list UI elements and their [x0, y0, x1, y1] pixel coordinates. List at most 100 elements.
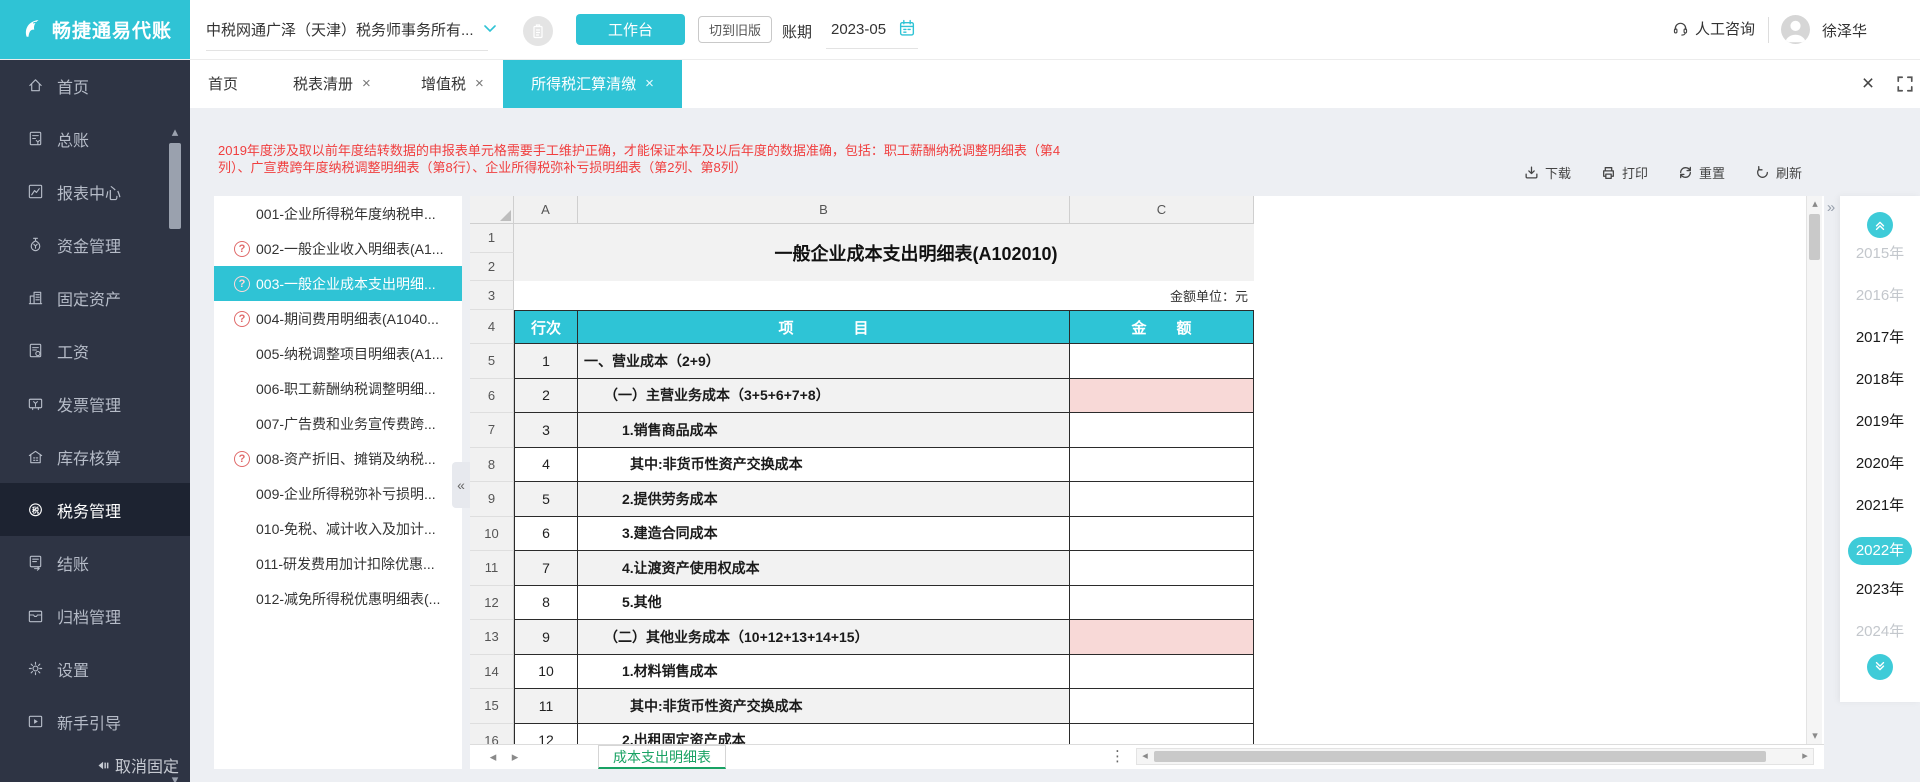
form-list-item[interactable]: 010-免税、减计收入及加计...	[214, 511, 462, 546]
year-item-selected[interactable]: 2022年	[1848, 537, 1912, 565]
sidebar-item-funds[interactable]: 资金管理	[0, 218, 190, 271]
item-cell[interactable]: 3.建造合同成本	[578, 516, 1070, 551]
years-scroll-down-button[interactable]	[1867, 654, 1893, 680]
form-list-item[interactable]: 012-减免所得税优惠明细表(...	[214, 581, 462, 616]
title-cell-a[interactable]	[514, 224, 578, 281]
next-sheet-icon[interactable]: ▸	[504, 749, 526, 765]
line-no-cell[interactable]: 1	[514, 344, 578, 379]
line-no-cell[interactable]: 8	[514, 585, 578, 620]
form-list-item-selected[interactable]: ? 003-一般企业成本支出明细...	[214, 266, 462, 301]
collapse-panel-icon[interactable]: «	[452, 462, 470, 508]
line-no-cell[interactable]: 10	[514, 654, 578, 689]
row-header[interactable]: 4	[470, 310, 514, 344]
sidebar-scroll-up-icon[interactable]: ▴	[166, 123, 184, 141]
item-cell[interactable]: 4.让渡资产使用权成本	[578, 551, 1070, 586]
sidebar-item-tax[interactable]: 税 税务管理	[0, 483, 190, 536]
horizontal-scrollbar[interactable]: ◂ ▸	[1136, 748, 1814, 765]
sidebar-item-fixed-assets[interactable]: 固定资产	[0, 271, 190, 324]
clipboard-button[interactable]	[523, 16, 553, 46]
unpin-sidebar-button[interactable]: 取消固定	[96, 753, 179, 777]
sidebar-item-invoice[interactable]: 发票管理	[0, 377, 190, 430]
year-item[interactable]: 2023年	[1840, 580, 1920, 600]
item-cell[interactable]: 1.销售商品成本	[578, 413, 1070, 448]
unit-note[interactable]: 金额单位：元	[1070, 281, 1254, 310]
amount-cell[interactable]	[1070, 516, 1254, 551]
form-list-item[interactable]: 007-广告费和业务宣传费跨...	[214, 406, 462, 441]
row-header[interactable]: 7	[470, 413, 514, 448]
download-button[interactable]: 下载	[1524, 163, 1571, 182]
cell[interactable]	[514, 281, 578, 310]
column-header-b[interactable]: B	[578, 196, 1070, 224]
close-icon[interactable]: ×	[1855, 71, 1881, 97]
row-header[interactable]: 2	[470, 252, 514, 281]
amount-cell[interactable]	[1070, 551, 1254, 586]
period-value[interactable]: 2023-05	[831, 21, 886, 38]
row-header[interactable]: 8	[470, 447, 514, 482]
vertical-scrollbar-thumb[interactable]	[1809, 214, 1820, 260]
sheet-title[interactable]: 一般企业成本支出明细表(A102010)	[578, 224, 1254, 281]
item-cell[interactable]: 2.出租固定资产成本	[578, 723, 1070, 744]
form-list-item[interactable]: ? 002-一般企业收入明细表(A1...	[214, 231, 462, 266]
form-list-item[interactable]: 006-职工薪酬纳税调整明细...	[214, 371, 462, 406]
row-header[interactable]: 15	[470, 689, 514, 724]
amount-cell[interactable]	[1070, 447, 1254, 482]
amount-cell[interactable]	[1070, 413, 1254, 448]
row-header[interactable]: 11	[470, 551, 514, 586]
more-icon[interactable]: ⋮	[1110, 747, 1125, 765]
avatar[interactable]	[1781, 15, 1810, 44]
form-list-item[interactable]: ? 004-期间费用明细表(A1040...	[214, 301, 462, 336]
sidebar-item-inventory[interactable]: 库存核算	[0, 430, 190, 483]
scroll-left-icon[interactable]: ◂	[1137, 749, 1153, 764]
sidebar-item-home[interactable]: 首页	[0, 59, 190, 112]
year-item[interactable]: 2024年	[1840, 622, 1920, 642]
amount-cell[interactable]	[1070, 723, 1254, 744]
form-list-item[interactable]: ? 008-资产折旧、摊销及纳税...	[214, 441, 462, 476]
header-line-no[interactable]: 行次	[514, 310, 578, 344]
tab-income-tax-settlement[interactable]: 所得税汇算清缴 ×	[503, 59, 682, 108]
support-button[interactable]: 人工咨询	[1672, 18, 1755, 39]
amount-cell[interactable]	[1070, 689, 1254, 724]
line-no-cell[interactable]: 7	[514, 551, 578, 586]
item-cell[interactable]: 其中:非货币性资产交换成本	[578, 447, 1070, 482]
row-header[interactable]: 1	[470, 224, 514, 253]
form-list-item[interactable]: 001-企业所得税年度纳税申...	[214, 196, 462, 231]
amount-cell[interactable]	[1070, 344, 1254, 379]
workbench-button[interactable]: 工作台	[576, 14, 685, 45]
row-header[interactable]: 6	[470, 378, 514, 413]
year-item[interactable]: 2021年	[1840, 496, 1920, 516]
header-amount[interactable]: 金 额	[1070, 310, 1254, 344]
header-item[interactable]: 项 目	[578, 310, 1070, 344]
year-item[interactable]: 2020年	[1840, 454, 1920, 474]
refresh-button[interactable]: 刷新	[1755, 163, 1802, 182]
year-item[interactable]: 2018年	[1840, 370, 1920, 390]
years-scroll-up-button[interactable]	[1867, 212, 1893, 238]
scroll-up-icon[interactable]: ▴	[1807, 196, 1823, 212]
amount-cell[interactable]	[1070, 482, 1254, 517]
row-header[interactable]: 5	[470, 344, 514, 379]
form-list-item[interactable]: 009-企业所得税弥补亏损明...	[214, 476, 462, 511]
tab-tax-form-register[interactable]: 税表清册 ×	[293, 59, 371, 108]
row-header[interactable]: 14	[470, 654, 514, 689]
tab-close-icon[interactable]: ×	[645, 75, 654, 92]
sidebar-item-archive[interactable]: 归档管理	[0, 589, 190, 642]
item-cell[interactable]: 一、营业成本（2+9）	[578, 344, 1070, 379]
year-item[interactable]: 2015年	[1840, 244, 1920, 264]
row-header[interactable]: 13	[470, 620, 514, 655]
fullscreen-icon[interactable]	[1896, 75, 1914, 93]
form-list-item[interactable]: 011-研发费用加计扣除优惠...	[214, 546, 462, 581]
switch-old-version-button[interactable]: 切到旧版	[698, 16, 772, 43]
line-no-cell[interactable]: 12	[514, 723, 578, 744]
row-header[interactable]: 9	[470, 482, 514, 517]
year-item[interactable]: 2017年	[1840, 328, 1920, 348]
column-header-c[interactable]: C	[1070, 196, 1254, 224]
item-cell[interactable]: （二）其他业务成本（10+12+13+14+15）	[578, 620, 1070, 655]
vertical-scrollbar[interactable]: ▴ ▾	[1806, 196, 1822, 744]
item-cell[interactable]: 2.提供劳务成本	[578, 482, 1070, 517]
calendar-icon[interactable]	[898, 19, 916, 37]
reset-button[interactable]: 重置	[1678, 163, 1725, 182]
row-header[interactable]: 10	[470, 516, 514, 551]
sidebar-item-general-ledger[interactable]: 总账	[0, 112, 190, 165]
expand-panel-icon[interactable]: »	[1822, 196, 1840, 218]
line-no-cell[interactable]: 9	[514, 620, 578, 655]
year-item[interactable]: 2019年	[1840, 412, 1920, 432]
